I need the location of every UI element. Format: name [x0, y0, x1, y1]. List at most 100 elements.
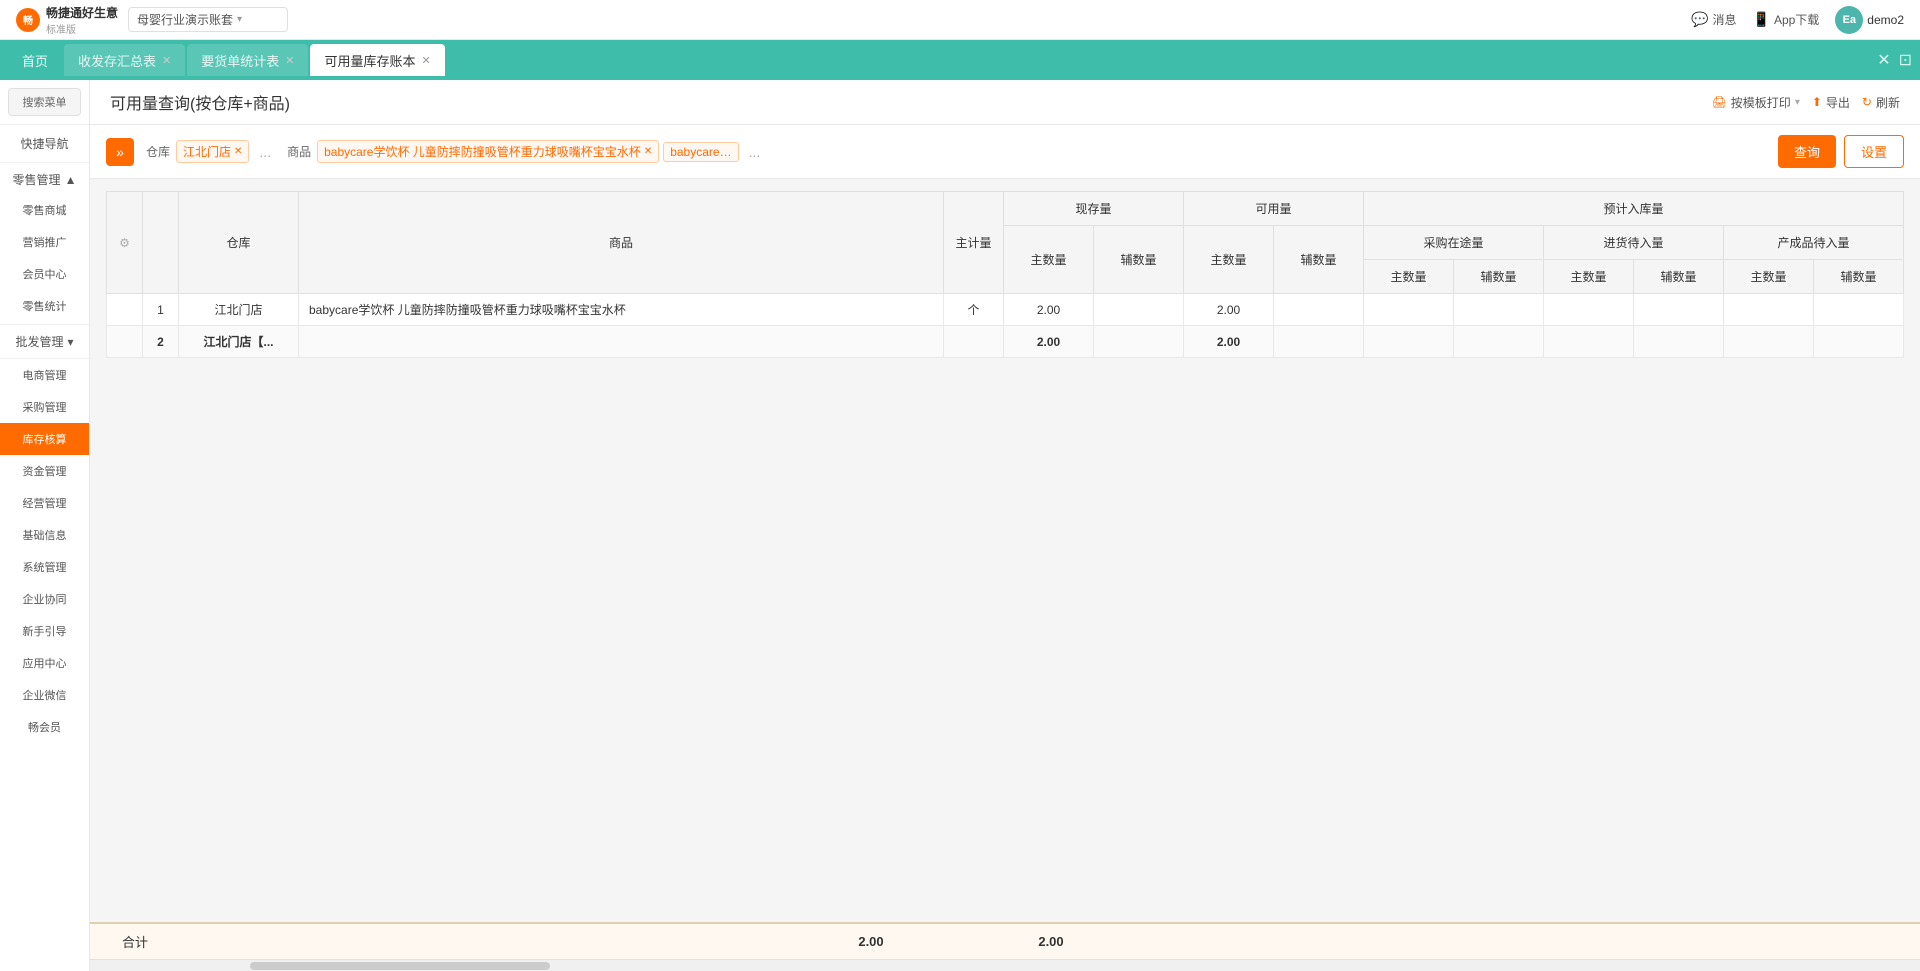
- export-icon: ⬆: [1812, 95, 1822, 109]
- row2-purchase-sub: [1454, 326, 1544, 358]
- total-available-main: 2.00: [1006, 934, 1096, 949]
- row1-available-main: 2.00: [1184, 294, 1274, 326]
- tab-restore-icon[interactable]: ⊡: [1899, 50, 1912, 70]
- filter-toggle-button[interactable]: »: [106, 138, 134, 166]
- sidebar-item-member[interactable]: 会员中心: [0, 258, 89, 290]
- sidebar-group-wholesale[interactable]: 批发管理 ▾: [0, 327, 89, 356]
- chevron-down-icon: ▾: [67, 335, 73, 349]
- row1-production-main: [1724, 294, 1814, 326]
- col-incoming-sub-header: 辅数量: [1634, 260, 1724, 294]
- col-stock-header: 现存量: [1004, 192, 1184, 226]
- horizontal-scrollbar[interactable]: [90, 959, 1920, 971]
- tab-receive-summary[interactable]: 收发存汇总表 ✕: [64, 44, 185, 76]
- warehouse-tag-close[interactable]: ✕: [234, 146, 242, 157]
- table-settings-icon[interactable]: ⚙: [119, 236, 130, 250]
- sidebar-item-vip-member[interactable]: 畅会员: [0, 711, 89, 743]
- tab-order-stats-close[interactable]: ✕: [285, 54, 294, 67]
- scrollbar-thumb[interactable]: [250, 962, 550, 970]
- sidebar-section-wholesale: 批发管理 ▾: [0, 325, 89, 359]
- tab-receive-summary-close[interactable]: ✕: [162, 54, 171, 67]
- tab-available-stock-label: 可用量库存账本: [324, 51, 415, 70]
- row1-no: 1: [143, 294, 179, 326]
- col-unit-header: 主计量: [944, 192, 1004, 294]
- row2-stock-main: 2.00: [1004, 326, 1094, 358]
- data-table: ⚙ 仓库 商品 主计量 现存量: [106, 191, 1904, 358]
- tab-home[interactable]: 首页: [8, 44, 62, 76]
- sidebar-item-inventory[interactable]: 库存核算: [0, 423, 89, 455]
- sidebar-item-operations[interactable]: 经营管理: [0, 487, 89, 519]
- top-bar: 畅 畅捷通好生意 标准版 母婴行业演示账套 ▾ 💬 消息 📱 App下载 Ea …: [0, 0, 1920, 40]
- brand-icon: 畅: [16, 8, 40, 32]
- product-tag-babycare: babycare学饮杯 儿童防摔防撞吸管杯重力球吸嘴杯宝宝水杯 ✕: [317, 140, 659, 163]
- brand-logo: 畅 畅捷通好生意 标准版: [16, 4, 118, 36]
- sidebar-item-retail-stats[interactable]: 零售统计: [0, 290, 89, 322]
- row1-incoming-main: [1544, 294, 1634, 326]
- col-no-header: [143, 192, 179, 294]
- sidebar-item-system[interactable]: 系统管理: [0, 551, 89, 583]
- tab-available-stock-close[interactable]: ✕: [422, 54, 431, 67]
- row2-available-main: 2.00: [1184, 326, 1274, 358]
- table-area: ⚙ 仓库 商品 主计量 现存量: [90, 179, 1920, 922]
- col-forecast-header: 预计入库量: [1364, 192, 1904, 226]
- tab-close-all-icon[interactable]: ✕: [1877, 50, 1890, 70]
- row1-production-sub: [1814, 294, 1904, 326]
- query-button[interactable]: 查询: [1778, 135, 1836, 168]
- user-name: demo2: [1867, 13, 1904, 27]
- export-label: 导出: [1826, 94, 1850, 111]
- print-template-button[interactable]: 🖨 按模板打印 ▾: [1712, 94, 1800, 111]
- sidebar-item-retail-mall[interactable]: 零售商城: [0, 194, 89, 226]
- col-stock-sub-header: 辅数量: [1094, 226, 1184, 294]
- message-icon: 💬: [1691, 11, 1708, 28]
- sidebar-item-new-guide[interactable]: 新手引导: [0, 615, 89, 647]
- tab-available-stock[interactable]: 可用量库存账本 ✕: [310, 44, 444, 76]
- user-profile[interactable]: Ea demo2: [1835, 6, 1904, 34]
- table-row: 2 江北门店【... 2.00 2.00: [107, 326, 1904, 358]
- col-stock-main-header: 主数量: [1004, 226, 1094, 294]
- total-label: 合计: [106, 932, 826, 951]
- sidebar-item-marketing[interactable]: 营销推广: [0, 226, 89, 258]
- refresh-button[interactable]: ↻ 刷新: [1862, 94, 1900, 111]
- col-purchase-enroute-header: 采购在途量: [1364, 226, 1544, 260]
- product-tag-close[interactable]: ✕: [644, 146, 652, 157]
- row1-available-sub: [1274, 294, 1364, 326]
- row2-warehouse: 江北门店【...: [179, 326, 299, 358]
- sidebar-item-quick-nav[interactable]: 快捷导航: [0, 129, 89, 158]
- sidebar-search-button[interactable]: 搜索菜单: [8, 88, 81, 116]
- filter-action-buttons: 查询 设置: [1778, 135, 1904, 168]
- industry-selector[interactable]: 母婴行业演示账套 ▾: [128, 7, 288, 32]
- page-actions: 🖨 按模板打印 ▾ ⬆ 导出 ↻ 刷新: [1712, 94, 1900, 111]
- warehouse-tag-jiangbei: 江北门店 ✕: [176, 140, 249, 163]
- col-settings-header: ⚙: [107, 192, 143, 294]
- settings-button[interactable]: 设置: [1844, 135, 1904, 168]
- sidebar-item-purchase[interactable]: 采购管理: [0, 391, 89, 423]
- brand-edition: 标准版: [46, 21, 118, 36]
- sidebar-item-basic-info[interactable]: 基础信息: [0, 519, 89, 551]
- tab-bar-right: ✕ ⊡: [1877, 50, 1912, 70]
- brand-name: 畅捷通好生意: [46, 4, 118, 21]
- total-stock-main: 2.00: [826, 934, 916, 949]
- product-filter-label: 商品: [287, 143, 311, 160]
- download-icon: 📱: [1753, 11, 1770, 28]
- sidebar-item-enterprise-wechat[interactable]: 企业微信: [0, 679, 89, 711]
- product-more-button[interactable]: ...: [745, 144, 765, 160]
- col-production-main-header: 主数量: [1724, 260, 1814, 294]
- avatar: Ea: [1835, 6, 1863, 34]
- col-product-header: 商品: [299, 192, 944, 294]
- export-button[interactable]: ⬆ 导出: [1812, 94, 1850, 111]
- sidebar-wholesale-label: 批发管理: [15, 333, 63, 350]
- col-purchase-main-header: 主数量: [1364, 260, 1454, 294]
- chevron-up-icon: ▲: [65, 173, 77, 187]
- sidebar-item-app-center[interactable]: 应用中心: [0, 647, 89, 679]
- col-incoming-main-header: 主数量: [1544, 260, 1634, 294]
- sidebar-item-enterprise[interactable]: 企业协同: [0, 583, 89, 615]
- industry-label: 母婴行业演示账套: [137, 11, 233, 28]
- tab-order-stats[interactable]: 要货单统计表 ✕: [187, 44, 308, 76]
- warehouse-more-button[interactable]: ...: [255, 144, 275, 160]
- sidebar-item-finance[interactable]: 资金管理: [0, 455, 89, 487]
- message-button[interactable]: 💬 消息: [1691, 11, 1736, 28]
- content-area: 可用量查询(按仓库+商品) 🖨 按模板打印 ▾ ⬆ 导出 ↻ 刷新: [90, 80, 1920, 971]
- refresh-icon: ↻: [1862, 95, 1872, 109]
- app-download-button[interactable]: 📱 App下载: [1753, 11, 1820, 28]
- sidebar-item-ecommerce[interactable]: 电商管理: [0, 359, 89, 391]
- sidebar-group-retail[interactable]: 零售管理 ▲: [0, 165, 89, 194]
